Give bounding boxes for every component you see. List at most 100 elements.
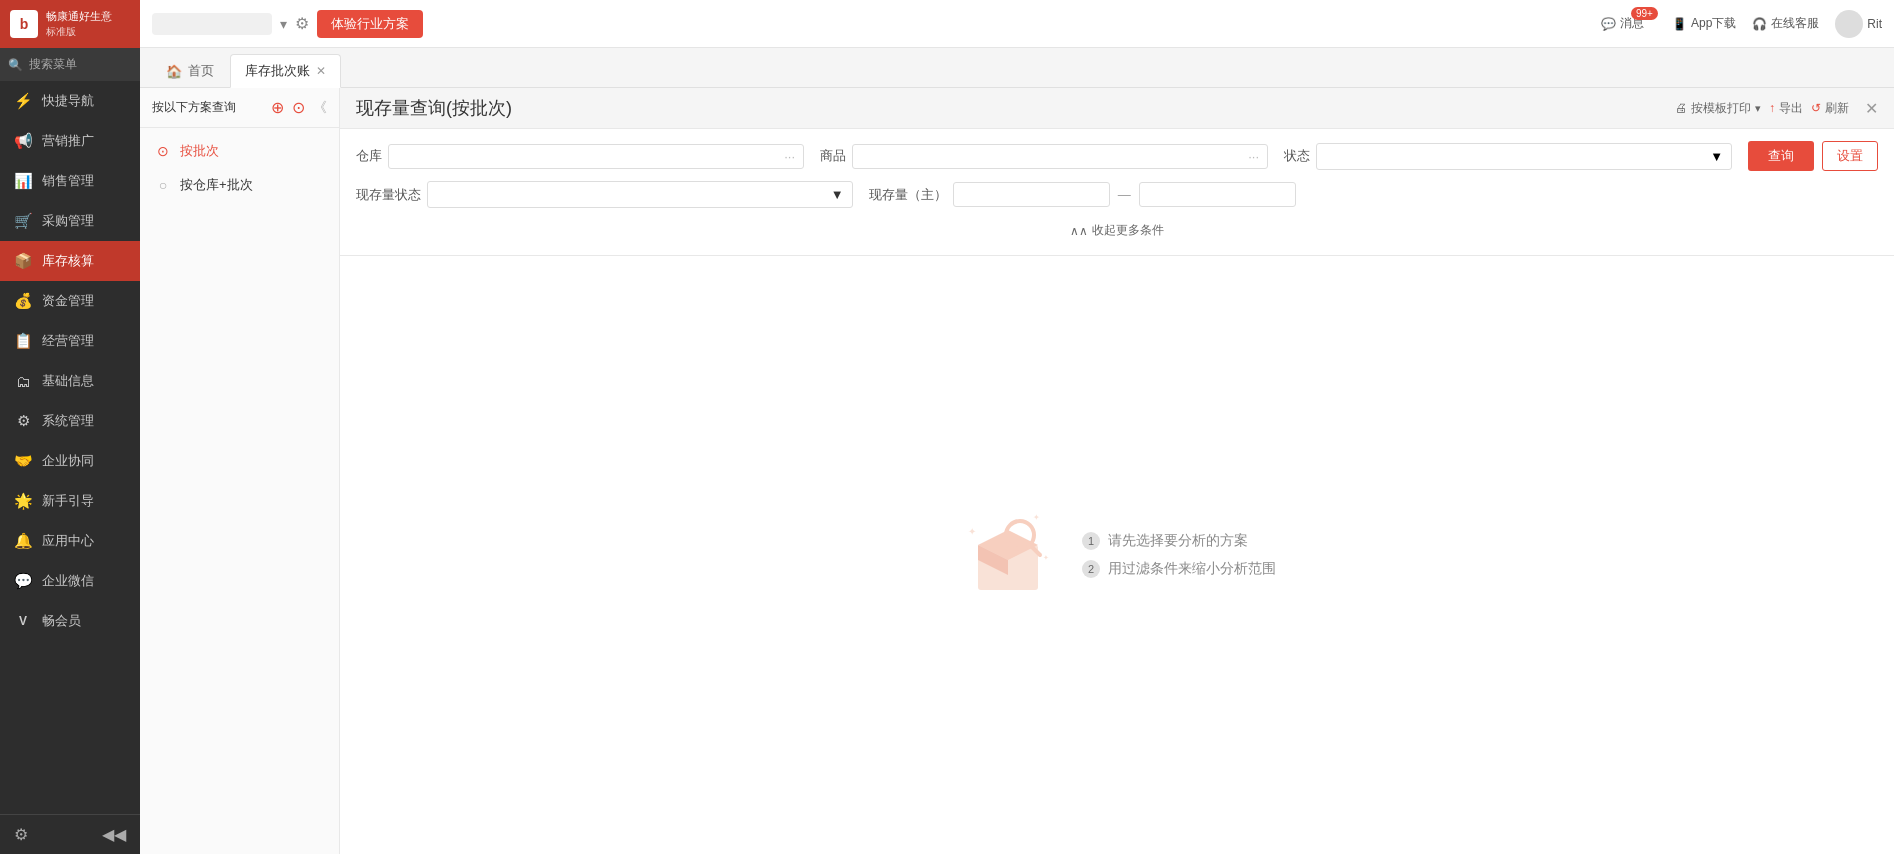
tab-home[interactable]: 🏠 首页: [152, 55, 228, 87]
sidebar-item-quick-nav[interactable]: ⚡ 快捷导航: [0, 81, 140, 121]
inventory-icon: 📦: [14, 252, 32, 270]
inventory-qty-min-input[interactable]: [962, 187, 1130, 202]
inventory-status-label: 现存量状态: [356, 186, 421, 204]
avatar: [1835, 10, 1863, 38]
sidebar-item-marketing[interactable]: 📢 营销推广: [0, 121, 140, 161]
inventory-status-select[interactable]: ▼: [427, 181, 853, 208]
app-download-item[interactable]: 📱 App下载: [1672, 15, 1736, 32]
product-more-icon[interactable]: ···: [1248, 149, 1259, 164]
main-area: ▾ ⚙ 体验行业方案 💬 消息 99+ 📱 App下载 🎧 在线客服 Rit: [140, 0, 1894, 854]
status-dropdown-icon: ▼: [1710, 149, 1723, 164]
app-logo: b: [10, 10, 38, 38]
quick-nav-icon: ⚡: [14, 92, 32, 110]
message-count-badge: 99+: [1631, 7, 1658, 20]
print-button[interactable]: 🖨 按模板打印 ▾: [1675, 100, 1761, 117]
qty-separator: —: [1110, 187, 1139, 202]
status-dropdown[interactable]: ▼: [1316, 143, 1732, 170]
sidebar-item-newbie[interactable]: 🌟 新手引导: [0, 481, 140, 521]
inventory-qty-max-wrap[interactable]: [1139, 182, 1296, 207]
sidebar-item-basic[interactable]: 🗂 基础信息: [0, 361, 140, 401]
refresh-button[interactable]: ↺ 刷新: [1811, 100, 1849, 117]
newbie-icon: 🌟: [14, 492, 32, 510]
product-label: 商品: [820, 147, 846, 165]
sidebar-item-sales[interactable]: 📊 销售管理: [0, 161, 140, 201]
phone-icon: 📱: [1672, 17, 1687, 31]
tabbar: 🏠 首页 库存批次账 ✕: [140, 48, 1894, 88]
operations-icon: 📋: [14, 332, 32, 350]
sidebar-item-operations[interactable]: 📋 经营管理: [0, 321, 140, 361]
basic-icon: 🗂: [14, 372, 32, 390]
appstore-icon: 🔔: [14, 532, 32, 550]
settings-icon[interactable]: ⚙: [14, 825, 28, 844]
tip-item-1: 1 请先选择要分析的方案: [1082, 532, 1276, 550]
svg-text:✦: ✦: [1043, 554, 1049, 561]
sidebar-scroll: ⚡ 快捷导航 📢 营销推广 📊 销售管理 🛒 采购管理 📦 库存核算 💰 资金管…: [0, 81, 140, 814]
inventory-status-dropdown-icon: ▼: [831, 187, 844, 202]
settings-button[interactable]: 设置: [1822, 141, 1878, 171]
sidebar-item-wechat[interactable]: 💬 企业微信: [0, 561, 140, 601]
warehouse-input[interactable]: [397, 149, 784, 164]
collapse-plan-icon[interactable]: 《: [313, 99, 327, 117]
message-badge-item[interactable]: 💬 消息 99+: [1601, 15, 1644, 32]
empty-tips: 1 请先选择要分析的方案 2 用过滤条件来缩小分析范围: [1082, 532, 1276, 578]
sidebar-item-inventory[interactable]: 📦 库存核算: [0, 241, 140, 281]
left-panel-actions: ⊕ ⊙ 《: [271, 98, 327, 117]
sidebar-item-member[interactable]: V 畅会员: [0, 601, 140, 641]
sidebar-item-enterprise[interactable]: 🤝 企业协同: [0, 441, 140, 481]
sidebar-item-appstore[interactable]: 🔔 应用中心: [0, 521, 140, 561]
sidebar-header: b 畅康通好生意 标准版: [0, 0, 140, 48]
topbar: ▾ ⚙ 体验行业方案 💬 消息 99+ 📱 App下载 🎧 在线客服 Rit: [140, 0, 1894, 48]
warehouse-more-icon[interactable]: ···: [784, 149, 795, 164]
close-panel-button[interactable]: ✕: [1865, 99, 1878, 118]
status-label: 状态: [1284, 147, 1310, 165]
settings-plan-icon[interactable]: ⊙: [292, 98, 305, 117]
warehouse-label: 仓库: [356, 147, 382, 165]
member-icon: V: [14, 612, 32, 630]
product-filter-field: 商品 ···: [820, 144, 1268, 169]
plan-item-by-warehouse-batch[interactable]: ○ 按仓库+批次: [140, 168, 339, 202]
enterprise-icon: 🤝: [14, 452, 32, 470]
search-icon: 🔍: [8, 58, 23, 72]
product-input-wrap[interactable]: ···: [852, 144, 1268, 169]
tip-num-1: 1: [1082, 532, 1100, 550]
sidebar-footer: ⚙ ◀◀: [0, 814, 140, 854]
finance-icon: 💰: [14, 292, 32, 310]
tab-close-icon[interactable]: ✕: [316, 64, 326, 78]
page-title-actions: 🖨 按模板打印 ▾ ↑ 导出 ↺ 刷新 ✕: [1675, 99, 1878, 118]
collapse-filter-button[interactable]: ∧∧ 收起更多条件: [356, 218, 1878, 243]
inventory-qty-max-input[interactable]: [1148, 187, 1316, 202]
inventory-status-field: 现存量状态 ▼: [356, 181, 853, 208]
add-plan-icon[interactable]: ⊕: [271, 98, 284, 117]
query-button[interactable]: 查询: [1748, 141, 1814, 171]
sidebar-item-system[interactable]: ⚙ 系统管理: [0, 401, 140, 441]
export-button[interactable]: ↑ 导出: [1769, 100, 1803, 117]
inventory-qty-min-wrap[interactable]: [953, 182, 1110, 207]
collapse-sidebar-icon[interactable]: ◀◀: [102, 825, 126, 844]
headset-icon: 🎧: [1752, 17, 1767, 31]
topbar-search-input[interactable]: [152, 13, 272, 35]
topbar-dropdown-icon[interactable]: ▾: [280, 16, 287, 32]
sidebar-search[interactable]: 🔍 搜索菜单: [0, 48, 140, 81]
sidebar-item-purchase[interactable]: 🛒 采购管理: [0, 201, 140, 241]
filter-row-2: 现存量状态 ▼ 现存量（主） —: [356, 181, 1878, 208]
filter-row-1: 仓库 ··· 商品 ··· 状态: [356, 141, 1878, 171]
left-panel-title: 按以下方案查询: [152, 99, 236, 116]
sidebar-item-finance[interactable]: 💰 资金管理: [0, 281, 140, 321]
sidebar: b 畅康通好生意 标准版 🔍 搜索菜单 ⚡ 快捷导航 📢 营销推广 📊 销售管理…: [0, 0, 140, 854]
app-title: 畅康通好生意 标准版: [46, 9, 112, 38]
plan-active-icon: ⊙: [154, 142, 172, 160]
left-panel-items: ⊙ 按批次 ○ 按仓库+批次: [140, 128, 339, 208]
home-icon: 🏠: [166, 64, 182, 79]
trial-button[interactable]: 体验行业方案: [317, 10, 423, 38]
page-title-bar: 现存量查询(按批次) 🖨 按模板打印 ▾ ↑ 导出 ↺ 刷新: [340, 88, 1894, 129]
product-input[interactable]: [861, 149, 1248, 164]
warehouse-input-wrap[interactable]: ···: [388, 144, 804, 169]
tab-inventory-batch[interactable]: 库存批次账 ✕: [230, 54, 341, 88]
export-icon: ↑: [1769, 101, 1775, 115]
printer-icon: 🖨: [1675, 101, 1687, 115]
online-service-item[interactable]: 🎧 在线客服: [1752, 15, 1819, 32]
print-dropdown-icon[interactable]: ▾: [1755, 102, 1761, 115]
topbar-gear-icon[interactable]: ⚙: [295, 14, 309, 33]
user-avatar-item[interactable]: Rit: [1835, 10, 1882, 38]
plan-item-by-batch[interactable]: ⊙ 按批次: [140, 134, 339, 168]
